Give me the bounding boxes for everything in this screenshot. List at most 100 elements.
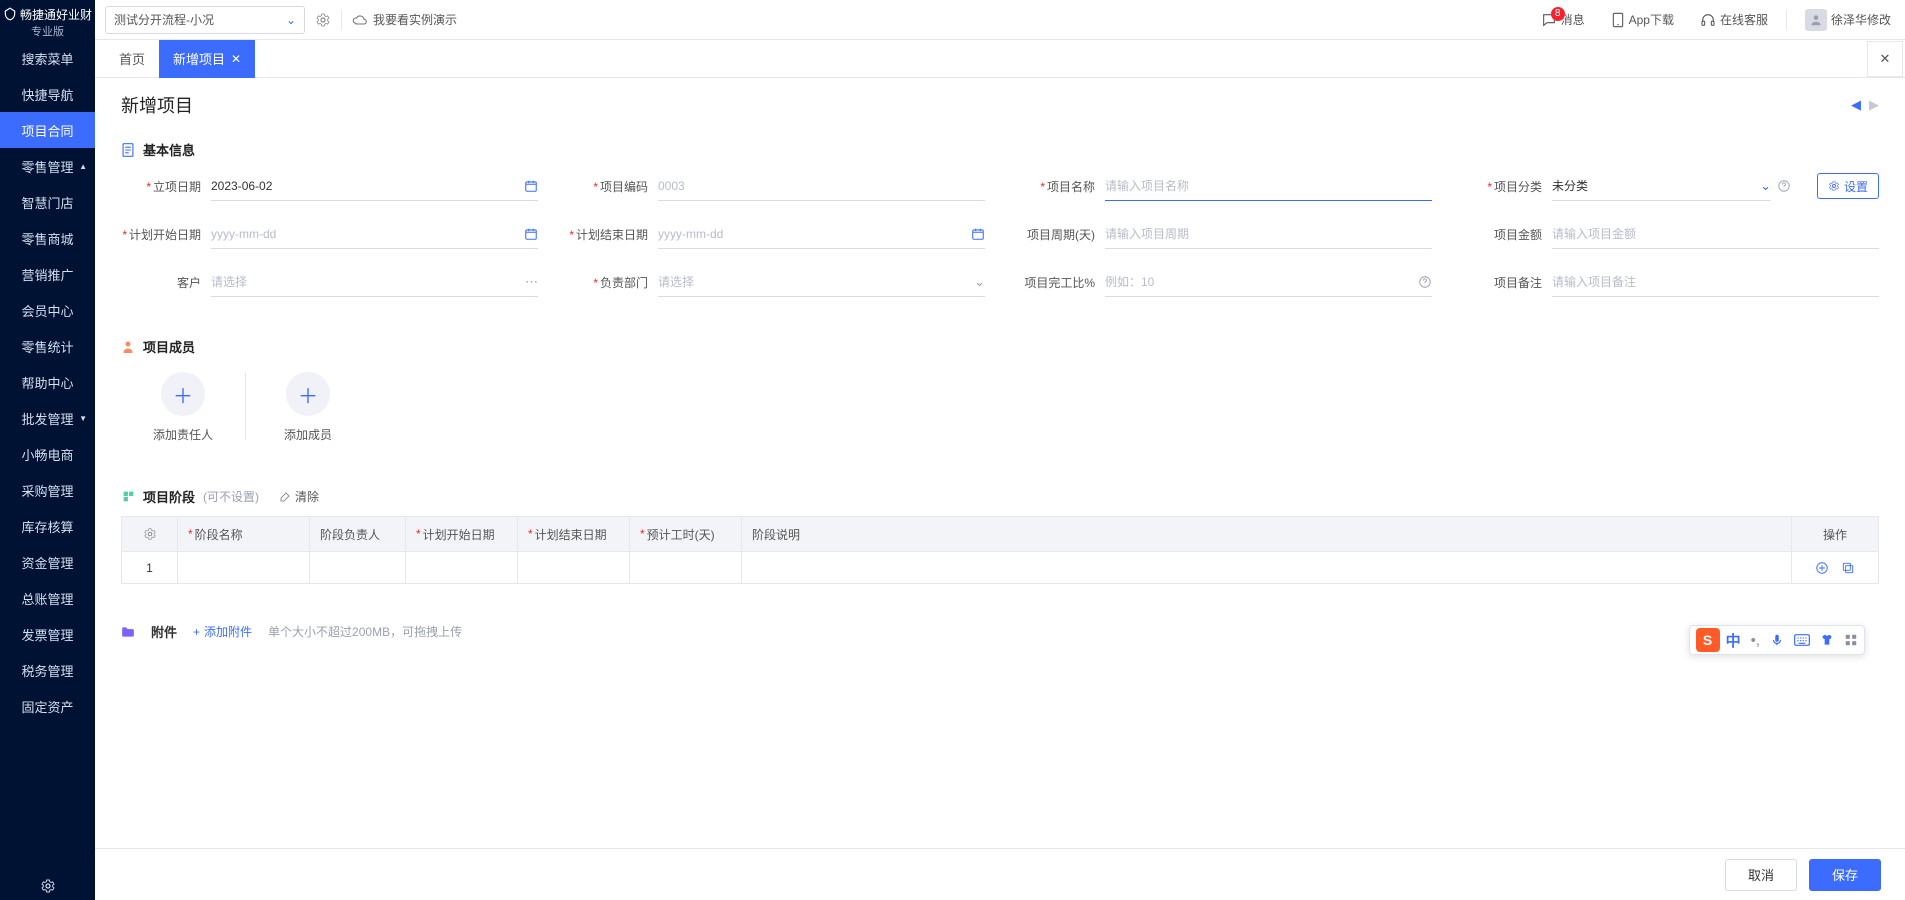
prev-record-icon[interactable]: ◀: [1851, 97, 1861, 113]
close-all-tabs-button[interactable]: ✕: [1867, 41, 1903, 77]
calendar-icon[interactable]: [524, 179, 538, 193]
th-name: *阶段名称: [178, 517, 310, 551]
proj-code-input[interactable]: 0003: [658, 171, 985, 201]
tabs-row: 首页 新增项目 ✕ ✕: [95, 40, 1905, 78]
th-hours: *预计工时(天): [630, 517, 742, 551]
field-dept: *负责部门 请选择 ⌄: [568, 267, 985, 297]
calendar-icon[interactable]: [524, 227, 538, 241]
tab-home[interactable]: 首页: [105, 40, 159, 78]
clear-stages-button[interactable]: 清除: [279, 488, 319, 505]
app-download-button[interactable]: App下载: [1611, 11, 1674, 28]
field-period: 项目周期(天) 请输入项目周期: [1015, 219, 1432, 249]
sidebar-item-inventory[interactable]: 库存核算: [0, 508, 95, 544]
chevron-down-icon: ▼: [79, 414, 87, 423]
customer-select[interactable]: 请选择 ⋯: [211, 267, 538, 297]
sidebar-item-tax[interactable]: 税务管理: [0, 652, 95, 688]
cell-end[interactable]: [518, 552, 630, 583]
sidebar-item-retail-stats[interactable]: 零售统计: [0, 328, 95, 364]
help-icon[interactable]: [1777, 179, 1791, 193]
ime-skin-icon[interactable]: [1820, 633, 1834, 647]
sidebar-settings-icon[interactable]: [0, 878, 95, 894]
sidebar-item-ledger[interactable]: 总账管理: [0, 580, 95, 616]
close-icon[interactable]: ✕: [231, 52, 241, 66]
tenant-settings-icon[interactable]: [315, 12, 331, 28]
plan-end-input[interactable]: yyyy-mm-dd: [658, 219, 985, 249]
sogou-logo-icon: S: [1696, 628, 1720, 652]
add-owner-button[interactable]: ＋: [161, 372, 205, 416]
doc-icon: [121, 143, 135, 157]
proj-category-select[interactable]: 未分类 ⌄: [1552, 171, 1771, 201]
amount-input[interactable]: 请输入项目金额: [1552, 219, 1879, 249]
more-icon[interactable]: ⋯: [525, 274, 538, 290]
save-button[interactable]: 保存: [1809, 859, 1881, 891]
add-attachment-button[interactable]: + 添加附件: [193, 623, 252, 640]
sidebar-item-smart-store[interactable]: 智慧门店: [0, 184, 95, 220]
page-title: 新增项目: [121, 92, 193, 118]
field-proj-date: *立项日期 2023-06-02: [121, 171, 538, 201]
add-member-button[interactable]: ＋: [286, 372, 330, 416]
brand-logo: 畅捷通好业财 专业版: [0, 0, 95, 40]
field-proj-category: *项目分类 未分类 ⌄ 设置: [1462, 171, 1879, 201]
ime-keyboard-icon[interactable]: [1794, 634, 1810, 646]
ime-toolbar[interactable]: S 中 •,: [1689, 625, 1865, 655]
cell-start[interactable]: [406, 552, 518, 583]
main: 测试分开流程-小况 ⌄ 我要看实例演示 8 消息 App下载: [95, 0, 1905, 900]
th-desc: 阶段说明: [742, 517, 1792, 551]
field-remark: 项目备注 请输入项目备注: [1462, 267, 1879, 297]
section-basic: 基本信息 *立项日期 2023-06-02 *项目编码 000: [113, 134, 1887, 303]
messages-button[interactable]: 8 消息: [1541, 11, 1585, 28]
ime-more-icon[interactable]: [1844, 633, 1858, 647]
sidebar-item-purchase[interactable]: 采购管理: [0, 472, 95, 508]
copy-row-icon[interactable]: [1841, 561, 1855, 575]
tab-label: 新增项目: [173, 49, 225, 68]
cell-owner[interactable]: [310, 552, 406, 583]
category-settings-button[interactable]: 设置: [1817, 173, 1879, 199]
sidebar-item-membership[interactable]: 会员中心: [0, 292, 95, 328]
cell-hours[interactable]: [630, 552, 742, 583]
sidebar-item-project-contract[interactable]: 项目合同: [0, 112, 95, 148]
ime-voice-icon[interactable]: [1770, 633, 1784, 647]
brand-icon: [3, 7, 17, 21]
cell-desc[interactable]: [742, 552, 1792, 583]
tab-label: 首页: [119, 49, 145, 68]
sidebar-item-marketing[interactable]: 营销推广: [0, 256, 95, 292]
proj-name-input[interactable]: 请输入项目名称: [1105, 171, 1432, 201]
user-menu[interactable]: 徐泽华修改: [1805, 9, 1891, 31]
mobile-icon: [1611, 12, 1625, 28]
sidebar-item-funds[interactable]: 资金管理: [0, 544, 95, 580]
add-owner-label: 添加责任人: [153, 426, 213, 443]
remark-input[interactable]: 请输入项目备注: [1552, 267, 1879, 297]
column-settings-header[interactable]: [122, 517, 178, 551]
tenant-select[interactable]: 测试分开流程-小况 ⌄: [105, 6, 305, 34]
demo-link[interactable]: 我要看实例演示: [352, 11, 457, 28]
online-service-label: 在线客服: [1720, 11, 1768, 28]
dept-select[interactable]: 请选择 ⌄: [658, 267, 985, 297]
period-input[interactable]: 请输入项目周期: [1105, 219, 1432, 249]
gear-icon: [1828, 180, 1840, 192]
sidebar-item-help-center[interactable]: 帮助中心: [0, 364, 95, 400]
tab-new-project[interactable]: 新增项目 ✕: [159, 40, 255, 78]
sidebar-item-retail-mgmt[interactable]: 零售管理▲: [0, 148, 95, 184]
plan-start-input[interactable]: yyyy-mm-dd: [211, 219, 538, 249]
cancel-button[interactable]: 取消: [1725, 859, 1797, 891]
plus-icon: +: [193, 625, 200, 639]
ime-punct-icon[interactable]: •,: [1751, 632, 1760, 649]
sidebar-item-fixed-assets[interactable]: 固定资产: [0, 688, 95, 724]
online-service-button[interactable]: 在线客服: [1700, 11, 1768, 28]
sidebar-item-xiaochang-ecom[interactable]: 小畅电商: [0, 436, 95, 472]
done-pct-input[interactable]: 例如：10: [1105, 267, 1432, 297]
cell-name[interactable]: [178, 552, 310, 583]
ime-lang-toggle[interactable]: 中: [1726, 630, 1741, 651]
page-header: 新增项目 ◀ ▶: [95, 78, 1905, 128]
chevron-up-icon: ▲: [79, 162, 87, 171]
next-record-icon[interactable]: ▶: [1869, 97, 1879, 113]
sidebar-item-retail-mall[interactable]: 零售商城: [0, 220, 95, 256]
sidebar-item-invoice[interactable]: 发票管理: [0, 616, 95, 652]
sidebar-item-wholesale[interactable]: 批发管理▼: [0, 400, 95, 436]
add-row-icon[interactable]: [1815, 561, 1829, 575]
proj-date-input[interactable]: 2023-06-02: [211, 171, 538, 201]
sidebar-item-search[interactable]: 搜索菜单: [0, 40, 95, 76]
sidebar-item-quicknav[interactable]: 快捷导航: [0, 76, 95, 112]
calendar-icon[interactable]: [971, 227, 985, 241]
help-icon[interactable]: [1418, 275, 1432, 289]
